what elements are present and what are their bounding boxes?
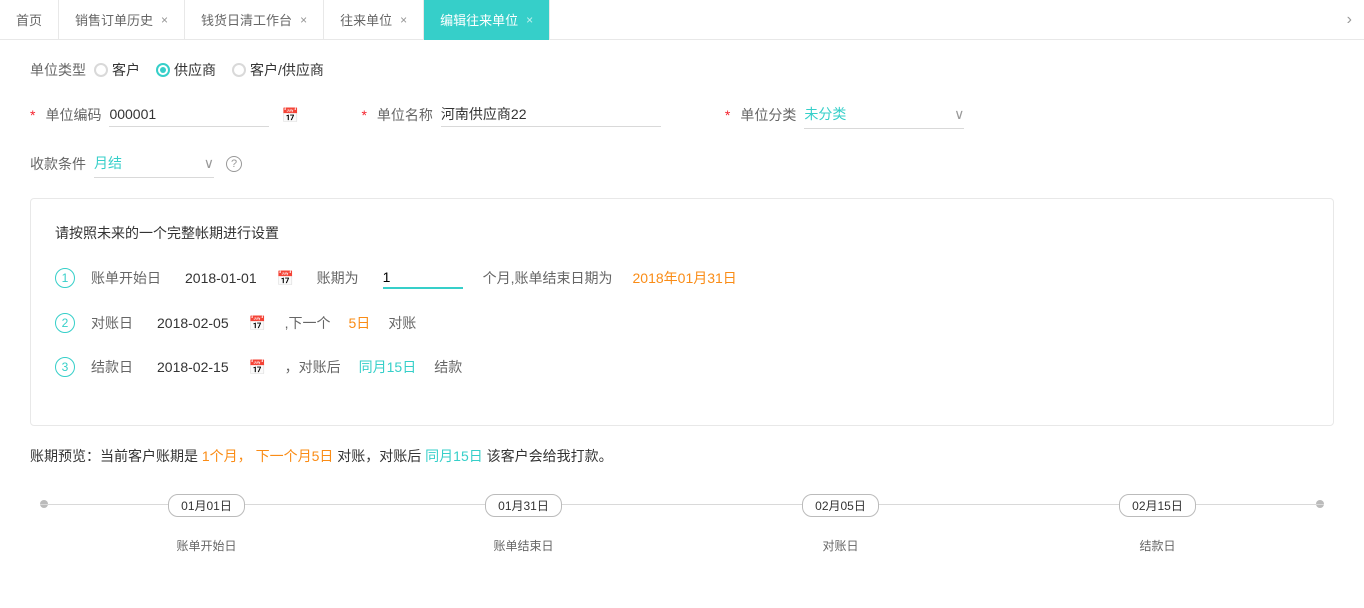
payment-label: 收款条件 (30, 154, 86, 174)
category-label: 单位分类 (740, 105, 796, 125)
radio-circle-customer (94, 63, 108, 77)
calendar-icon-step1[interactable]: 📅 (277, 270, 293, 286)
payment-select[interactable]: 月结 ∨ (94, 149, 214, 178)
step-label-2: 对账日 (91, 313, 133, 333)
step-suffix-3: 结款 (434, 357, 462, 377)
tabs-arrow[interactable]: › (1335, 11, 1364, 29)
radio-dot-supplier (160, 67, 166, 73)
step-date-2: 2018-02-05 (157, 315, 229, 331)
code-name-category-row: * 单位编码 📅 * 单位名称 * 单位分类 未分类 ∨ (30, 100, 1334, 129)
tl-label-1: 账单开始日 (176, 537, 236, 554)
preview-text: 账期预览：当前客户账期是 1个月， 下一个月5日 对账，对账后 同月15日 该客… (30, 446, 1334, 466)
timeline-nodes: 01月01日 账单开始日 01月31日 账单结束日 02月05日 对账日 02月… (48, 494, 1316, 554)
settings-card: 请按照未来的一个完整帐期进行设置 1 账单开始日 2018-01-01 📅 账期… (30, 198, 1334, 426)
calendar-icon-code[interactable]: 📅 (281, 107, 297, 123)
tl-label-4: 结款日 (1139, 537, 1175, 554)
tl-badge-2: 01月31日 (485, 494, 562, 517)
step-label-3: 结款日 (91, 357, 133, 377)
name-input[interactable] (441, 102, 661, 127)
card-title: 请按照未来的一个完整帐期进行设置 (55, 223, 1309, 243)
step-row-3: 3 结款日 2018-02-15 📅 ，对账后 同月15日 结款 (55, 357, 1309, 377)
category-item: * 单位分类 未分类 ∨ (725, 100, 964, 129)
payment-row: 收款条件 月结 ∨ ? (30, 149, 1334, 178)
timeline-right-end (1316, 494, 1324, 508)
payment-item: 收款条件 月结 ∨ ? (30, 149, 242, 178)
code-item: * 单位编码 📅 (30, 102, 297, 127)
category-chevron-icon: ∨ (954, 106, 964, 123)
payment-chevron-icon: ∨ (204, 155, 214, 172)
tl-badge-4: 02月15日 (1119, 494, 1196, 517)
timeline-node-4: 02月15日 结款日 (1119, 494, 1196, 554)
step-unit-1: 个月,账单结束日期为 (483, 268, 613, 288)
calendar-icon-step3[interactable]: 📅 (249, 359, 265, 375)
radio-supplier[interactable]: 供应商 (156, 60, 216, 80)
step-row-2: 2 对账日 2018-02-05 📅 ,下一个 5日 对账 (55, 313, 1309, 333)
step-highlight-3: 同月15日 (359, 357, 417, 377)
tab-sales-history[interactable]: 销售订单历史 × (59, 0, 185, 40)
unit-type-item: 单位类型 客户 供应商 客户/供应商 (30, 60, 324, 80)
step-highlight-2: 5日 (349, 313, 371, 333)
tab-close-cash-work[interactable]: × (300, 13, 307, 27)
unit-type-radio-group: 客户 供应商 客户/供应商 (94, 60, 324, 80)
tl-label-3: 对账日 (822, 537, 858, 554)
timeline-left-end (40, 494, 48, 508)
tab-edit-partner[interactable]: 编辑往来单位 × (424, 0, 550, 40)
radio-customer[interactable]: 客户 (94, 60, 140, 80)
code-label: 单位编码 (45, 105, 101, 125)
step-date-1: 2018-01-01 (185, 270, 257, 286)
step-suffix-pre-2: ,下一个 (285, 313, 331, 333)
tab-cash-work[interactable]: 钱货日清工作台 × (185, 0, 324, 40)
timeline: 01月01日 账单开始日 01月31日 账单结束日 02月05日 对账日 02月… (30, 494, 1334, 554)
step-suffix-2: 对账 (388, 313, 416, 333)
step-num-2: 2 (55, 313, 75, 333)
calendar-icon-step2[interactable]: 📅 (249, 315, 265, 331)
code-input[interactable] (109, 102, 269, 127)
main-content: 单位类型 客户 供应商 客户/供应商 (0, 40, 1364, 608)
step-mid-1: 账期为 (317, 268, 359, 288)
step-num-3: 3 (55, 357, 75, 377)
timeline-node-2: 01月31日 账单结束日 (485, 494, 562, 554)
period-input[interactable] (383, 267, 463, 289)
radio-circle-both (232, 63, 246, 77)
timeline-node-1: 01月01日 账单开始日 (168, 494, 245, 554)
step-label-1: 账单开始日 (91, 268, 161, 288)
step-suffix-pre-3: ，对账后 (285, 357, 341, 377)
tab-home[interactable]: 首页 (0, 0, 59, 40)
radio-circle-supplier (156, 63, 170, 77)
unit-type-row: 单位类型 客户 供应商 客户/供应商 (30, 60, 1334, 80)
name-item: * 单位名称 (361, 102, 660, 127)
tab-close-partners[interactable]: × (400, 13, 407, 27)
timeline-node-3: 02月05日 对账日 (802, 494, 879, 554)
category-select[interactable]: 未分类 ∨ (804, 100, 964, 129)
step-highlight-1: 2018年01月31日 (633, 268, 737, 288)
unit-type-label: 单位类型 (30, 60, 86, 80)
tab-close-edit-partner[interactable]: × (526, 13, 533, 27)
help-icon[interactable]: ? (226, 156, 242, 172)
step-num-1: 1 (55, 268, 75, 288)
name-label: 单位名称 (377, 105, 433, 125)
radio-both[interactable]: 客户/供应商 (232, 60, 324, 80)
tab-partners[interactable]: 往来单位 × (324, 0, 424, 40)
tabs-bar: 首页 销售订单历史 × 钱货日清工作台 × 往来单位 × 编辑往来单位 × › (0, 0, 1364, 40)
step-date-3: 2018-02-15 (157, 359, 229, 375)
payment-value: 月结 (94, 153, 196, 173)
tl-label-2: 账单结束日 (493, 537, 553, 554)
category-value: 未分类 (804, 104, 946, 124)
tl-badge-1: 01月01日 (168, 494, 245, 517)
tab-close-sales-history[interactable]: × (161, 13, 168, 27)
step-row-1: 1 账单开始日 2018-01-01 📅 账期为 个月,账单结束日期为 2018… (55, 267, 1309, 289)
tl-badge-3: 02月05日 (802, 494, 879, 517)
